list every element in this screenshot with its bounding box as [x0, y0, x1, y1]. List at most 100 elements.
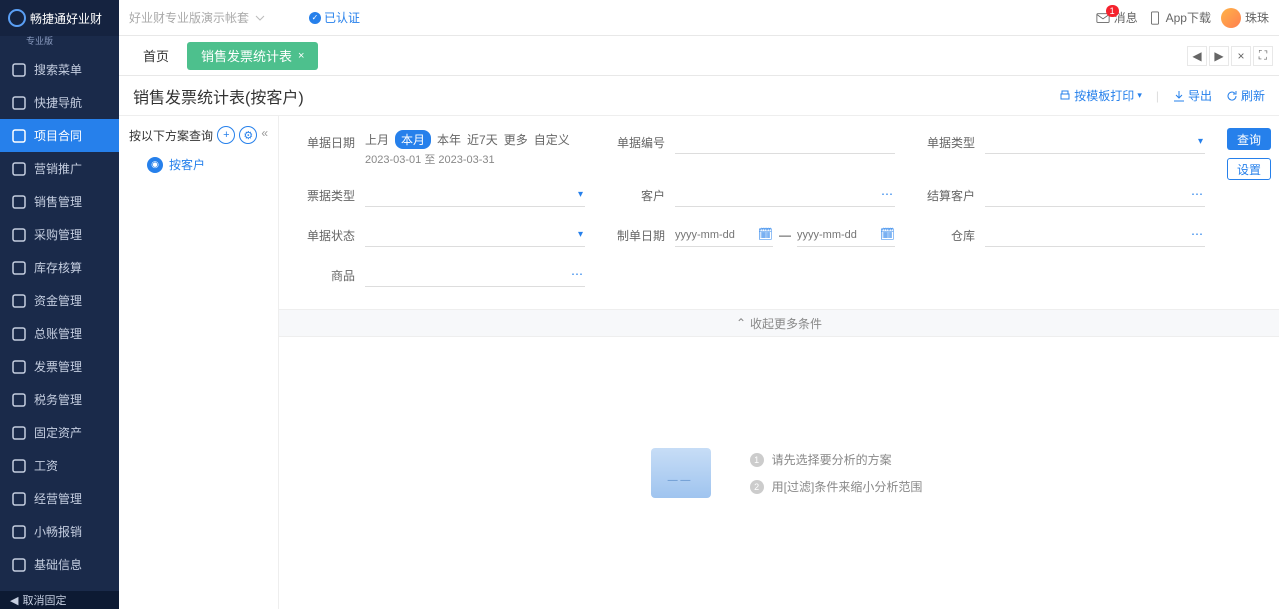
sidebar-item-4[interactable]: 销售管理 [0, 185, 119, 218]
sidebar-item-0[interactable]: 搜索菜单 [0, 53, 119, 86]
refresh-label: 刷新 [1241, 87, 1265, 104]
doc-type-label: 单据类型 [915, 130, 975, 151]
step-1-text: 请先选择要分析的方案 [772, 451, 892, 468]
tab-active-label: 销售发票统计表 [201, 46, 292, 65]
lookup-icon[interactable]: ⋯ [571, 267, 583, 281]
page-title: 销售发票统计表(按客户) [133, 84, 304, 108]
search-icon [12, 63, 26, 77]
pin-label: 取消固定 [22, 592, 66, 608]
step-num-1: 1 [750, 453, 764, 467]
money-icon [12, 294, 26, 308]
sidebar-item-2[interactable]: 项目合同 [0, 119, 119, 152]
date-tab-0[interactable]: 上月 [365, 131, 389, 148]
sidebar-item-7[interactable]: 资金管理 [0, 284, 119, 317]
sidebar-item-label: 营销推广 [34, 160, 82, 177]
lookup-icon[interactable]: ⋯ [881, 187, 893, 201]
fullscreen-button[interactable]: ⛶ [1253, 46, 1273, 66]
date-range-text: 2023-03-01 至 2023-03-31 [365, 151, 585, 167]
date-tab-1[interactable]: 本月 [395, 130, 431, 149]
date-tab-4[interactable]: 更多 [504, 131, 528, 148]
tab-next-button[interactable]: ▶ [1209, 46, 1229, 66]
sidebar: 畅捷通好业财 专业版 搜索菜单快捷导航项目合同营销推广销售管理采购管理库存核算资… [0, 0, 119, 609]
sidebar-item-6[interactable]: 库存核算 [0, 251, 119, 284]
content: 按以下方案查询 + ⚙ « ◉ 按客户 [119, 116, 1279, 609]
user-menu[interactable]: 珠珠 [1221, 8, 1269, 28]
empty-state: — — 1 请先选择要分析的方案 2 用[过滤]条件来缩小分析范围 [279, 337, 1279, 609]
doc-state-label: 单据状态 [295, 223, 355, 244]
chevron-down-icon: ▾ [1198, 136, 1203, 147]
sidebar-item-14[interactable]: 小畅报销 [0, 515, 119, 548]
sidebar-item-16[interactable]: 系统管理 [0, 581, 119, 591]
scheme-collapse-button[interactable]: « [261, 126, 268, 144]
warehouse-input[interactable] [985, 223, 1205, 247]
sidebar-item-11[interactable]: 固定资产 [0, 416, 119, 449]
date-sep: — [779, 228, 791, 242]
export-button[interactable]: 导出 [1173, 87, 1212, 104]
doc-state-select[interactable] [365, 223, 585, 247]
collapse-label: 收起更多条件 [750, 315, 822, 332]
make-date-label: 制单日期 [605, 223, 665, 244]
doc-no-input[interactable] [675, 130, 895, 154]
sidebar-item-3[interactable]: 营销推广 [0, 152, 119, 185]
print-label: 按模板打印 [1074, 87, 1134, 104]
verified-badge: ✓ 已认证 [309, 9, 360, 26]
scheme-item-customer[interactable]: ◉ 按客户 [129, 156, 268, 173]
user-name: 珠珠 [1245, 9, 1269, 26]
tab-home[interactable]: 首页 [129, 42, 183, 70]
template-print-button[interactable]: 按模板打印 ▾ [1059, 87, 1142, 104]
customer-input[interactable] [675, 183, 895, 207]
phone-icon [1148, 11, 1162, 25]
sidebar-item-label: 工资 [34, 457, 58, 474]
sidebar-item-label: 经营管理 [34, 490, 82, 507]
settle-cust-input[interactable] [985, 183, 1205, 207]
close-icon[interactable]: × [298, 50, 304, 62]
date-tab-5[interactable]: 自定义 [534, 131, 570, 148]
reimb-icon [12, 525, 26, 539]
sidebar-item-label: 库存核算 [34, 259, 82, 276]
scheme-settings-button[interactable]: ⚙ [239, 126, 257, 144]
query-button[interactable]: 查询 [1227, 128, 1271, 150]
add-scheme-button[interactable]: + [217, 126, 235, 144]
app-download-button[interactable]: App下载 [1148, 9, 1211, 26]
collapse-filters-button[interactable]: ⌃ 收起更多条件 [279, 309, 1279, 337]
tab-close-all-button[interactable]: × [1231, 46, 1251, 66]
tab-active[interactable]: 销售发票统计表 × [187, 42, 318, 70]
cart-icon [12, 195, 26, 209]
sidebar-item-8[interactable]: 总账管理 [0, 317, 119, 350]
date-tab-3[interactable]: 近7天 [467, 131, 498, 148]
settle-cust-label: 结算客户 [915, 183, 975, 204]
doc-type-select[interactable] [985, 130, 1205, 154]
pin-icon: ◀ [10, 594, 18, 607]
page-header: 销售发票统计表(按客户) 按模板打印 ▾ | 导出 刷新 [119, 76, 1279, 116]
inv-type-select[interactable] [365, 183, 585, 207]
sidebar-item-label: 小畅报销 [34, 523, 82, 540]
lookup-icon[interactable]: ⋯ [1191, 187, 1203, 201]
sidebar-item-15[interactable]: 基础信息 [0, 548, 119, 581]
lookup-icon[interactable]: ⋯ [1191, 227, 1203, 241]
sidebar-item-5[interactable]: 采购管理 [0, 218, 119, 251]
action-column: 查询 设置 [1221, 116, 1279, 309]
sidebar-item-10[interactable]: 税务管理 [0, 383, 119, 416]
filter-area: 单据日期 上月本月本年近7天更多自定义 2023-03-01 至 2023-03… [279, 116, 1279, 609]
tab-prev-button[interactable]: ◀ [1187, 46, 1207, 66]
calendar-icon[interactable]: 🗓 [758, 227, 773, 241]
sidebar-item-12[interactable]: 工资 [0, 449, 119, 482]
settings-button[interactable]: 设置 [1227, 158, 1271, 180]
calendar-icon[interactable]: 🗓 [880, 227, 895, 241]
refresh-button[interactable]: 刷新 [1226, 87, 1265, 104]
empty-step-2: 2 用[过滤]条件来缩小分析范围 [750, 478, 923, 495]
date-tab-2[interactable]: 本年 [437, 131, 461, 148]
account-selector[interactable]: 好业财专业版演示帐套 [129, 9, 299, 26]
asset-icon [12, 426, 26, 440]
pin-toggle[interactable]: ◀ 取消固定 [0, 591, 119, 609]
step-2-text: 用[过滤]条件来缩小分析范围 [772, 478, 923, 495]
messages-button[interactable]: 消息 1 [1096, 9, 1138, 26]
sidebar-item-9[interactable]: 发票管理 [0, 350, 119, 383]
empty-illustration: — — [636, 438, 726, 508]
sidebar-item-13[interactable]: 经营管理 [0, 482, 119, 515]
bag-icon [12, 228, 26, 242]
goods-input[interactable] [365, 263, 585, 287]
scheme-title: 按以下方案查询 [129, 127, 213, 144]
sidebar-item-label: 销售管理 [34, 193, 82, 210]
sidebar-item-1[interactable]: 快捷导航 [0, 86, 119, 119]
